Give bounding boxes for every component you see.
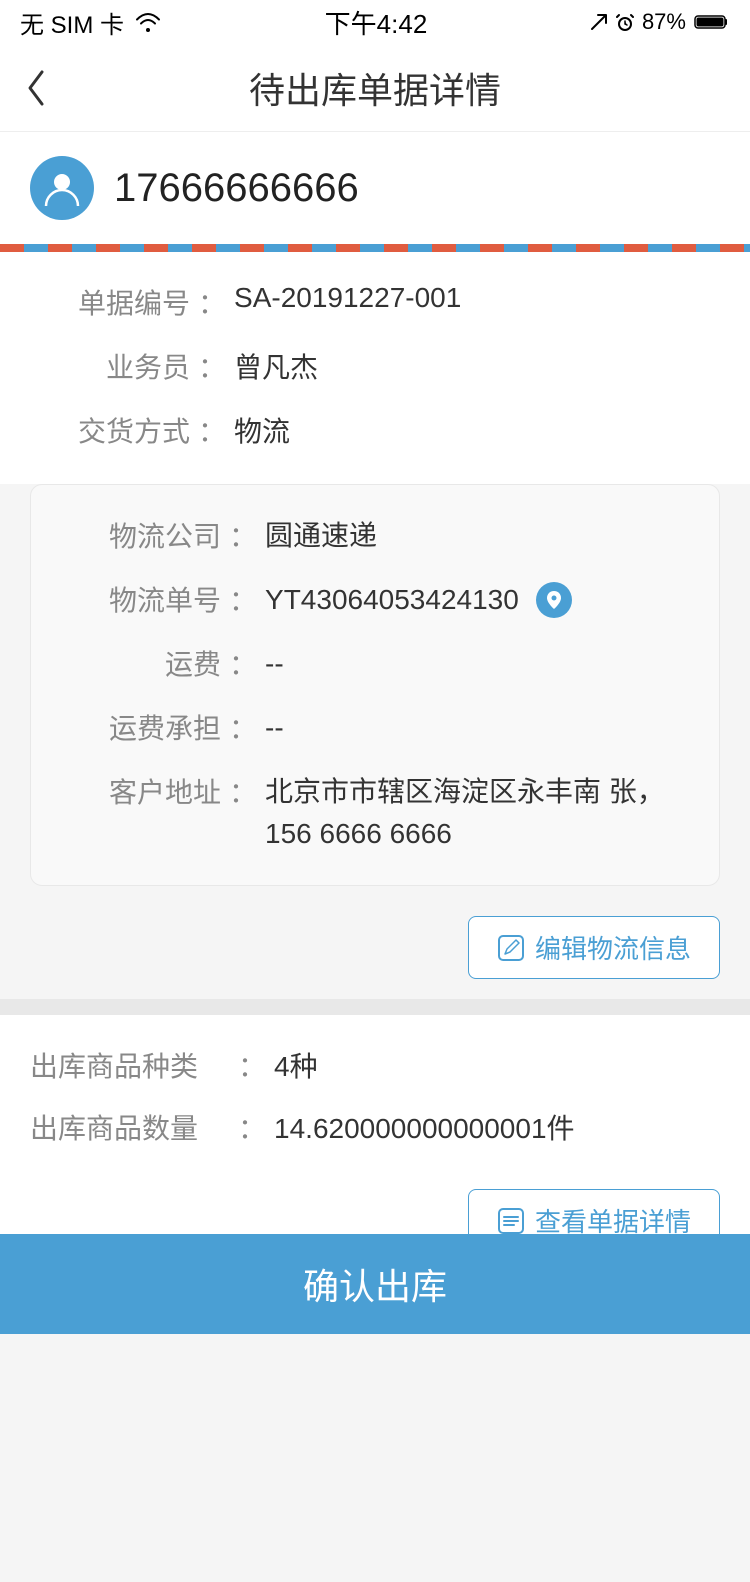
confirm-button[interactable]: 确认出库	[0, 1234, 750, 1334]
battery-text: 87%	[642, 9, 686, 35]
salesperson-value: 曾凡杰	[234, 346, 720, 386]
edit-logistics-button[interactable]: 编辑物流信息	[468, 916, 720, 979]
info-row-doc-no: 单据编号 ： SA-20191227-001	[30, 282, 720, 322]
summary-section: 出库商品种类 ： 4种 出库商品数量 ： 14.620000000000001件	[0, 1015, 750, 1189]
logistics-tracking-value: YT43064053424130	[265, 579, 689, 621]
logistics-address-row: 客户地址 ： 北京市市辖区海淀区永丰南 张，156 6666 6666	[61, 771, 689, 855]
info-row-delivery: 交货方式 ： 物流	[30, 410, 720, 450]
battery-icon	[694, 13, 730, 31]
info-row-salesperson: 业务员 ： 曾凡杰	[30, 346, 720, 386]
list-icon	[497, 1207, 525, 1235]
status-time: 下午4:42	[325, 4, 428, 41]
product-types-label: 出库商品种类	[30, 1045, 230, 1085]
logistics-freight-bearer-label: 运费承担	[61, 707, 221, 747]
page-title: 待出库单据详情	[249, 62, 501, 114]
product-qty-value: 14.620000000000001件	[274, 1107, 575, 1147]
edit-logistics-label: 编辑物流信息	[535, 929, 691, 966]
product-qty-row: 出库商品数量 ： 14.620000000000001件	[30, 1107, 720, 1147]
doc-no-label: 单据编号	[30, 282, 190, 322]
delivery-label: 交货方式	[30, 410, 190, 450]
avatar	[30, 156, 94, 220]
wifi-icon	[134, 12, 162, 32]
status-bar: 无 SIM 卡 下午4:42 87%	[0, 0, 750, 44]
status-left: 无 SIM 卡	[20, 5, 162, 40]
map-pin-icon[interactable]	[535, 581, 573, 619]
alarm-icon	[616, 12, 634, 32]
gray-separator	[0, 999, 750, 1015]
user-section: 17666666666	[0, 132, 750, 244]
confirm-button-label: 确认出库	[303, 1258, 447, 1310]
product-types-value: 4种	[274, 1045, 318, 1085]
logistics-freight-label: 运费	[61, 643, 221, 683]
user-phone: 17666666666	[114, 166, 359, 211]
location-status-icon	[590, 13, 608, 31]
edit-icon	[497, 934, 525, 962]
logistics-company-row: 物流公司 ： 圆通速递	[61, 515, 689, 557]
dashed-divider	[0, 244, 750, 252]
logistics-tracking-label: 物流单号	[61, 579, 221, 619]
edit-btn-row: 编辑物流信息	[0, 916, 750, 999]
logistics-card: 物流公司 ： 圆通速递 物流单号 ： YT43064053424130 运费 ：…	[30, 484, 720, 886]
logistics-freight-value: --	[265, 643, 689, 685]
logistics-company-value: 圆通速递	[265, 515, 689, 557]
status-right: 87%	[590, 9, 730, 35]
salesperson-label: 业务员	[30, 346, 190, 386]
logistics-freight-bearer-row: 运费承担 ： --	[61, 707, 689, 749]
product-types-row: 出库商品种类 ： 4种	[30, 1045, 720, 1085]
delivery-value: 物流	[234, 410, 720, 450]
back-button[interactable]	[24, 68, 48, 108]
logistics-freight-row: 运费 ： --	[61, 643, 689, 685]
doc-no-value: SA-20191227-001	[234, 282, 720, 314]
logistics-freight-bearer-value: --	[265, 707, 689, 749]
logistics-tracking-row: 物流单号 ： YT43064053424130	[61, 579, 689, 621]
info-section: 单据编号 ： SA-20191227-001 业务员 ： 曾凡杰 交货方式 ： …	[0, 252, 750, 484]
nav-bar: 待出库单据详情	[0, 44, 750, 132]
logistics-address-value: 北京市市辖区海淀区永丰南 张，156 6666 6666	[265, 771, 689, 855]
carrier-text: 无 SIM 卡	[20, 5, 124, 40]
logistics-address-label: 客户地址	[61, 771, 221, 811]
product-qty-label: 出库商品数量	[30, 1107, 230, 1147]
logistics-company-label: 物流公司	[61, 515, 221, 555]
